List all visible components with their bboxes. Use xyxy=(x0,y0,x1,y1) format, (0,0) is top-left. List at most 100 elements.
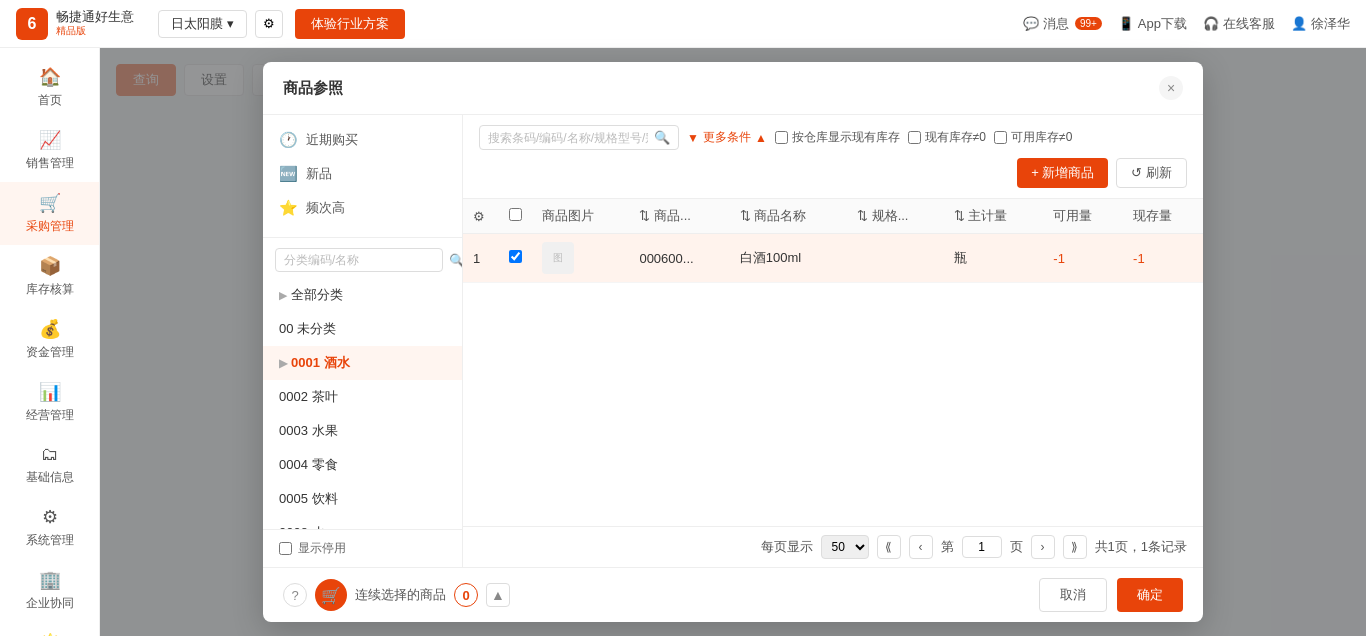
row-index: 1 xyxy=(463,234,499,283)
row-image-cell: 图 xyxy=(532,234,629,283)
col-code[interactable]: ⇅ 商品... xyxy=(629,199,729,234)
help-button[interactable]: ? xyxy=(283,583,307,607)
product-reference-modal: 商品参照 × 🕐 近期购买 🆕 xyxy=(263,62,1203,622)
available-nonzero-checkbox[interactable] xyxy=(994,131,1007,144)
content-area: 查询 设置 刷新 商品参照 × 🕐 xyxy=(100,48,1366,636)
cat-search: 🔍 xyxy=(263,242,462,278)
page-size-select[interactable]: 50 xyxy=(821,535,869,559)
cat-item-snack[interactable]: 0004 零食 xyxy=(263,448,462,482)
sidebar-item-enterprise[interactable]: 🏢 企业协同 xyxy=(0,559,99,622)
chevron-down-icon: ▾ xyxy=(227,16,234,31)
page-size-label: 每页显示 xyxy=(761,538,813,556)
collapse-button[interactable]: ▲ xyxy=(486,583,510,607)
exp-button[interactable]: 体验行业方案 xyxy=(295,9,405,39)
sort-icon-unit: ⇅ xyxy=(954,208,965,223)
nav-online-service[interactable]: 🎧 在线客服 xyxy=(1203,15,1275,33)
refresh-button[interactable]: ↺ 刷新 xyxy=(1116,158,1187,188)
page-number-input[interactable] xyxy=(962,536,1002,558)
sidebar-item-finance[interactable]: 💰 资金管理 xyxy=(0,308,99,371)
confirm-button[interactable]: 确定 xyxy=(1117,578,1183,612)
pagination: 每页显示 50 ⟪ ‹ 第 页 › ⟫ 共1页，1条记录 xyxy=(463,526,1203,567)
chevron-up-icon: ▲ xyxy=(755,131,767,145)
sidebar-item-basic-info[interactable]: 🗂 基础信息 xyxy=(0,434,99,496)
table-body: 1 图 xyxy=(463,234,1203,283)
first-page-button[interactable]: ⟪ xyxy=(877,535,901,559)
cat-tab-frequent[interactable]: ⭐ 频次高 xyxy=(263,191,462,225)
nav-message[interactable]: 💬 消息 99+ xyxy=(1023,15,1102,33)
inventory-icon: 📦 xyxy=(39,255,61,277)
table-row[interactable]: 1 图 xyxy=(463,234,1203,283)
toolbar-right: + 新增商品 ↺ 刷新 xyxy=(1017,158,1187,188)
category-panel: 🕐 近期购买 🆕 新品 ⭐ 频次高 xyxy=(263,115,463,567)
basic-info-icon: 🗂 xyxy=(41,444,59,465)
sidebar-item-home[interactable]: 🏠 首页 xyxy=(0,56,99,119)
col-settings[interactable]: ⚙ xyxy=(463,199,499,234)
table-header-row: ⚙ 商品图片 ⇅ xyxy=(463,199,1203,234)
filter-button[interactable]: ▼ 更多条件 ▲ xyxy=(687,129,767,146)
guide-icon: 🌟 xyxy=(39,632,61,636)
purchase-icon: 🛒 xyxy=(39,192,61,214)
prev-page-button[interactable]: ‹ xyxy=(909,535,933,559)
cat-item-water[interactable]: 0008 水 xyxy=(263,516,462,529)
modal-overlay: 商品参照 × 🕐 近期购买 🆕 xyxy=(100,48,1366,636)
modal-title: 商品参照 xyxy=(283,79,343,98)
cart-area: ? 🛒 连续选择的商品 0 ▲ xyxy=(283,579,1027,611)
row-code: 000600... xyxy=(629,234,729,283)
cat-item-fruit[interactable]: 0003 水果 xyxy=(263,414,462,448)
product-data-table: ⚙ 商品图片 ⇅ xyxy=(463,199,1203,283)
show-disabled-checkbox[interactable] xyxy=(279,542,292,555)
product-table: ⚙ 商品图片 ⇅ xyxy=(463,199,1203,526)
cart-count: 0 xyxy=(454,583,478,607)
footer-buttons: 取消 确定 xyxy=(1039,578,1183,612)
cat-item-wine[interactable]: ▶ 0001 酒水 xyxy=(263,346,462,380)
gear-button[interactable]: ⚙ xyxy=(255,10,283,38)
cart-label: 连续选择的商品 xyxy=(355,586,446,604)
stock-nonzero-checkbox[interactable] xyxy=(908,131,921,144)
cat-tab-new[interactable]: 🆕 新品 xyxy=(263,157,462,191)
cart-icon: 🛒 xyxy=(315,579,347,611)
col-image: 商品图片 xyxy=(532,199,629,234)
select-all-checkbox[interactable] xyxy=(509,208,522,221)
sidebar-item-system[interactable]: ⚙ 系统管理 xyxy=(0,496,99,559)
sidebar-item-inventory[interactable]: 📦 库存核算 xyxy=(0,245,99,308)
last-page-button[interactable]: ⟫ xyxy=(1063,535,1087,559)
category-list: ▶ 全部分类 00 未分类 ▶ 0001 酒水 0002 茶 xyxy=(263,278,462,529)
sidebar-item-purchase[interactable]: 🛒 采购管理 xyxy=(0,182,99,245)
sales-icon: 📈 xyxy=(39,129,61,151)
total-info: 共1页，1条记录 xyxy=(1095,538,1187,556)
modal-body: 🕐 近期购买 🆕 新品 ⭐ 频次高 xyxy=(263,115,1203,567)
col-stock: 现存量 xyxy=(1123,199,1203,234)
cat-item-all[interactable]: ▶ 全部分类 xyxy=(263,278,462,312)
search-icon[interactable]: 🔍 xyxy=(654,130,670,145)
add-product-button[interactable]: + 新增商品 xyxy=(1017,158,1108,188)
sidebar-item-operations[interactable]: 📊 经营管理 xyxy=(0,371,99,434)
modal-close-button[interactable]: × xyxy=(1159,76,1183,100)
row-stock: -1 xyxy=(1123,234,1203,283)
col-name[interactable]: ⇅ 商品名称 xyxy=(730,199,847,234)
row-checkbox[interactable] xyxy=(509,250,522,263)
cat-item-unclassified[interactable]: 00 未分类 xyxy=(263,312,462,346)
next-page-button[interactable]: › xyxy=(1031,535,1055,559)
col-unit[interactable]: ⇅ 主计量 xyxy=(944,199,1044,234)
cat-item-beverage[interactable]: 0005 饮料 xyxy=(263,482,462,516)
col-spec[interactable]: ⇅ 规格... xyxy=(847,199,944,234)
sidebar-item-sales[interactable]: 📈 销售管理 xyxy=(0,119,99,182)
sidebar-label-operations: 经营管理 xyxy=(26,407,74,424)
sidebar-item-guide[interactable]: 🌟 新手引导 xyxy=(0,622,99,636)
table-header: ⚙ 商品图片 ⇅ xyxy=(463,199,1203,234)
cat-search-input[interactable] xyxy=(275,248,443,272)
nav-selector[interactable]: 日太阳膜 ▾ xyxy=(158,10,247,38)
cat-tab-recent[interactable]: 🕐 近期购买 xyxy=(263,123,462,157)
nav-app-download[interactable]: 📱 App下载 xyxy=(1118,15,1187,33)
cat-search-icon[interactable]: 🔍 xyxy=(449,253,463,268)
category-tabs: 🕐 近期购买 🆕 新品 ⭐ 频次高 xyxy=(263,115,462,233)
page-label: 第 xyxy=(941,538,954,556)
product-search-input[interactable] xyxy=(488,131,648,145)
cancel-button[interactable]: 取消 xyxy=(1039,578,1107,612)
home-icon: 🏠 xyxy=(39,66,61,88)
nav-user[interactable]: 👤 徐泽华 xyxy=(1291,15,1350,33)
sidebar-label-system: 系统管理 xyxy=(26,532,74,549)
row-available: -1 xyxy=(1043,234,1123,283)
cat-item-tea[interactable]: 0002 茶叶 xyxy=(263,380,462,414)
warehouse-stock-checkbox[interactable] xyxy=(775,131,788,144)
